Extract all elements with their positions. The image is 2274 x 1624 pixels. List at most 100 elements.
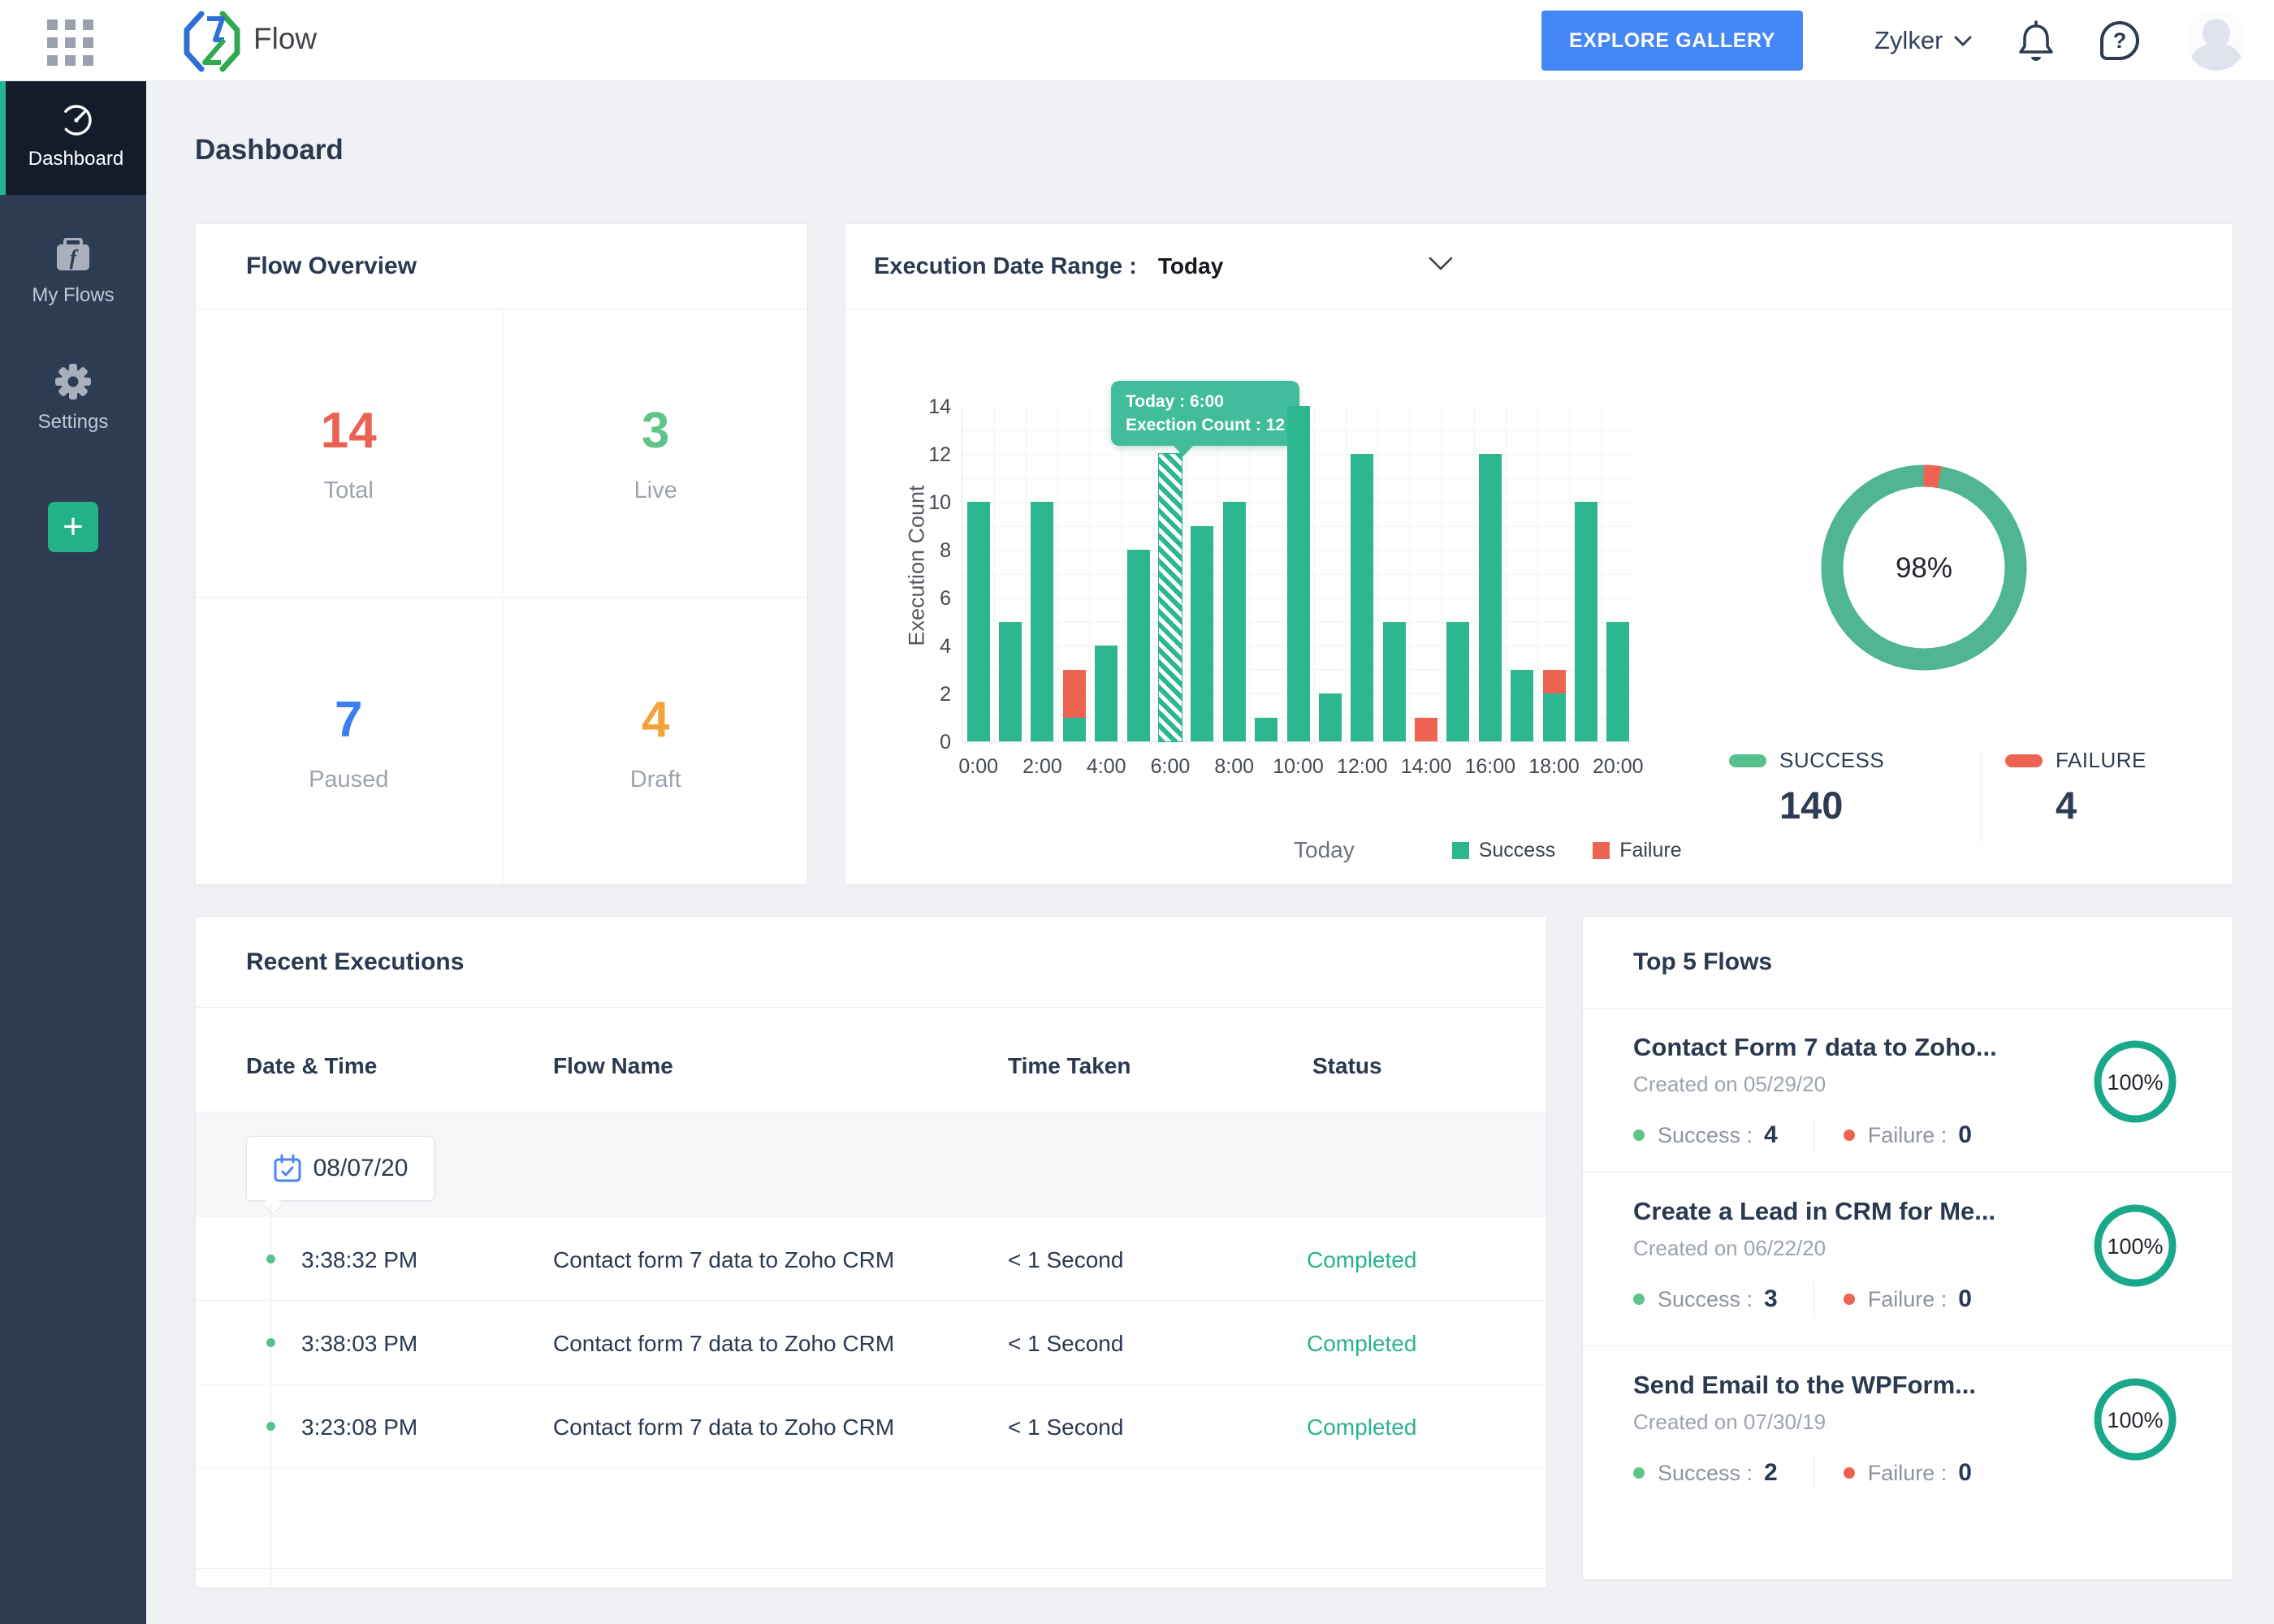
x-tick: 6:00: [1150, 755, 1191, 778]
stat-label: Live: [633, 477, 677, 503]
success-label: SUCCESS: [1779, 748, 1885, 772]
chevron-down-icon: [1954, 36, 1972, 46]
column-status: Status: [1312, 1053, 1382, 1078]
bar-success-9:00[interactable]: [1255, 717, 1278, 741]
help-button[interactable]: ?: [2100, 0, 2139, 81]
failure-legend-swatch: [1593, 841, 1610, 859]
top-flows-header: Top 5 Flows: [1583, 917, 2233, 1008]
sidebar-item-label: Settings: [37, 411, 109, 433]
stat-total[interactable]: 14 Total: [196, 309, 503, 598]
bar-success-8:00[interactable]: [1222, 502, 1246, 741]
success-rate-ring: 100%: [2093, 1377, 2177, 1466]
create-flow-button[interactable]: +: [48, 502, 98, 552]
bar-success-7:00[interactable]: [1191, 525, 1214, 741]
row-time: 3:38:32 PM: [301, 1247, 418, 1272]
stat-value: 7: [335, 691, 363, 748]
success-legend-swatch: [1451, 841, 1469, 859]
bar-failure-3:00[interactable]: [1062, 669, 1086, 718]
sidebar-item-dashboard[interactable]: Dashboard: [0, 81, 146, 195]
date-group-value: 08/07/20: [313, 1155, 409, 1181]
stat-draft[interactable]: 4 Draft: [503, 598, 810, 886]
bar-success-12:00[interactable]: [1351, 454, 1374, 741]
bar-success-19:00[interactable]: [1574, 502, 1597, 741]
chart-legend: Today Success Failure: [1294, 837, 1682, 863]
top-flow-item[interactable]: Create a Lead in CRM for Me... Created on…: [1583, 1172, 2233, 1345]
flow-overview-grid: 14 Total 3 Live 7 Paused 4 Draft: [196, 309, 809, 886]
success-total: 140: [1779, 784, 1844, 827]
bar-failure-18:00[interactable]: [1542, 669, 1566, 693]
bar-success-16:00[interactable]: [1478, 454, 1502, 741]
bell-icon: [2019, 20, 2053, 61]
status-dot-icon: [266, 1255, 275, 1263]
ring-rate-label: 100%: [2107, 1234, 2163, 1259]
success-count: 2: [1764, 1459, 1778, 1486]
bar-success-13:00[interactable]: [1382, 621, 1406, 741]
calendar-icon: [274, 1154, 301, 1182]
bar-success-4:00[interactable]: [1095, 646, 1118, 741]
x-tick: 20:00: [1593, 755, 1644, 778]
failure-legend-label: Failure: [1619, 838, 1682, 862]
success-label: Success :: [1658, 1286, 1753, 1311]
failure-count: 0: [1958, 1121, 1972, 1148]
bar-success-20:00[interactable]: [1606, 621, 1630, 741]
top-flow-item[interactable]: Contact Form 7 data to Zoho... Created on…: [1583, 1008, 2233, 1172]
success-legend-label: Success: [1478, 838, 1556, 862]
sidebar-item-label: My Flows: [32, 284, 115, 306]
column-date-time: Date & Time: [246, 1053, 378, 1078]
execution-row[interactable]: 3:38:03 PM Contact form 7 data to Zoho CR…: [196, 1301, 1546, 1384]
row-flow-name: Contact form 7 data to Zoho CRM: [553, 1415, 895, 1440]
bar-success-1:00[interactable]: [999, 621, 1022, 741]
bar-success-17:00[interactable]: [1511, 669, 1534, 741]
sidebar-item-my-flows[interactable]: f My Flows: [0, 237, 146, 307]
top-flow-item[interactable]: Send Email to the WPForm... Created on 07…: [1583, 1345, 2233, 1579]
avatar[interactable]: [2186, 11, 2246, 71]
bar-failure-14:00[interactable]: [1415, 717, 1438, 741]
execution-row[interactable]: 3:23:08 PM Contact form 7 data to Zoho CR…: [196, 1384, 1546, 1468]
failure-label: Failure :: [1867, 1460, 1948, 1485]
failure-dot-icon: [1843, 1467, 1855, 1479]
app-grid-icon[interactable]: [47, 19, 93, 66]
row-time-taken: < 1 Second: [1008, 1415, 1124, 1440]
sidebar-item-settings[interactable]: Settings: [0, 364, 146, 434]
bar-success-10:00[interactable]: [1286, 406, 1310, 741]
failure-pill-icon: [2005, 754, 2043, 767]
y-tick: 10: [928, 491, 951, 514]
flow-stats: Success : 2 Failure : 0: [1633, 1455, 1972, 1491]
x-tick: 4:00: [1086, 755, 1126, 778]
row-status: Completed: [1307, 1415, 1417, 1440]
row-time-taken: < 1 Second: [1008, 1247, 1124, 1272]
gear-icon: [54, 364, 92, 400]
failure-dot-icon: [1843, 1294, 1855, 1305]
app-name: Flow: [253, 22, 318, 55]
bar-success-18:00[interactable]: [1542, 693, 1566, 741]
row-flow-name: Contact form 7 data to Zoho CRM: [553, 1247, 895, 1272]
bar-success-15:00[interactable]: [1446, 621, 1470, 741]
row-status: Completed: [1307, 1331, 1417, 1356]
bar-success-2:00[interactable]: [1031, 502, 1054, 741]
execution-row[interactable]: 3:38:32 PM Contact form 7 data to Zoho CR…: [196, 1217, 1546, 1301]
bar-success-0:00[interactable]: [966, 502, 990, 741]
execution-range-value[interactable]: Today: [1158, 253, 1223, 279]
bar-success-5:00[interactable]: [1126, 550, 1150, 741]
stat-paused[interactable]: 7 Paused: [196, 598, 503, 886]
failure-dot-icon: [1843, 1129, 1855, 1141]
bar-success-11:00[interactable]: [1318, 693, 1342, 741]
stat-live[interactable]: 3 Live: [502, 309, 809, 598]
notifications-button[interactable]: [2016, 0, 2056, 81]
bar-success-3:00[interactable]: [1062, 717, 1086, 741]
y-tick: 12: [928, 443, 951, 466]
sidebar: Dashboard f My Flows Settings +: [0, 81, 146, 1624]
bar-success-6:00[interactable]: [1157, 453, 1182, 742]
explore-gallery-button[interactable]: EXPLORE GALLERY: [1541, 11, 1803, 71]
date-group-chip[interactable]: 08/07/20: [246, 1136, 434, 1201]
x-tick: 16:00: [1464, 755, 1516, 778]
donut-center-label: 98%: [1896, 552, 1952, 584]
flow-logo-icon: [180, 9, 244, 78]
x-tick: 2:00: [1022, 755, 1062, 778]
row-divider: [196, 1568, 1546, 1569]
success-label: Success :: [1658, 1122, 1753, 1147]
tooltip-line1: Today : 6:00: [1126, 392, 1224, 411]
x-axis-title: Today: [1294, 837, 1355, 862]
range-chevron-down-icon[interactable]: [1429, 257, 1453, 274]
org-switcher[interactable]: Zylker: [1874, 0, 1972, 81]
